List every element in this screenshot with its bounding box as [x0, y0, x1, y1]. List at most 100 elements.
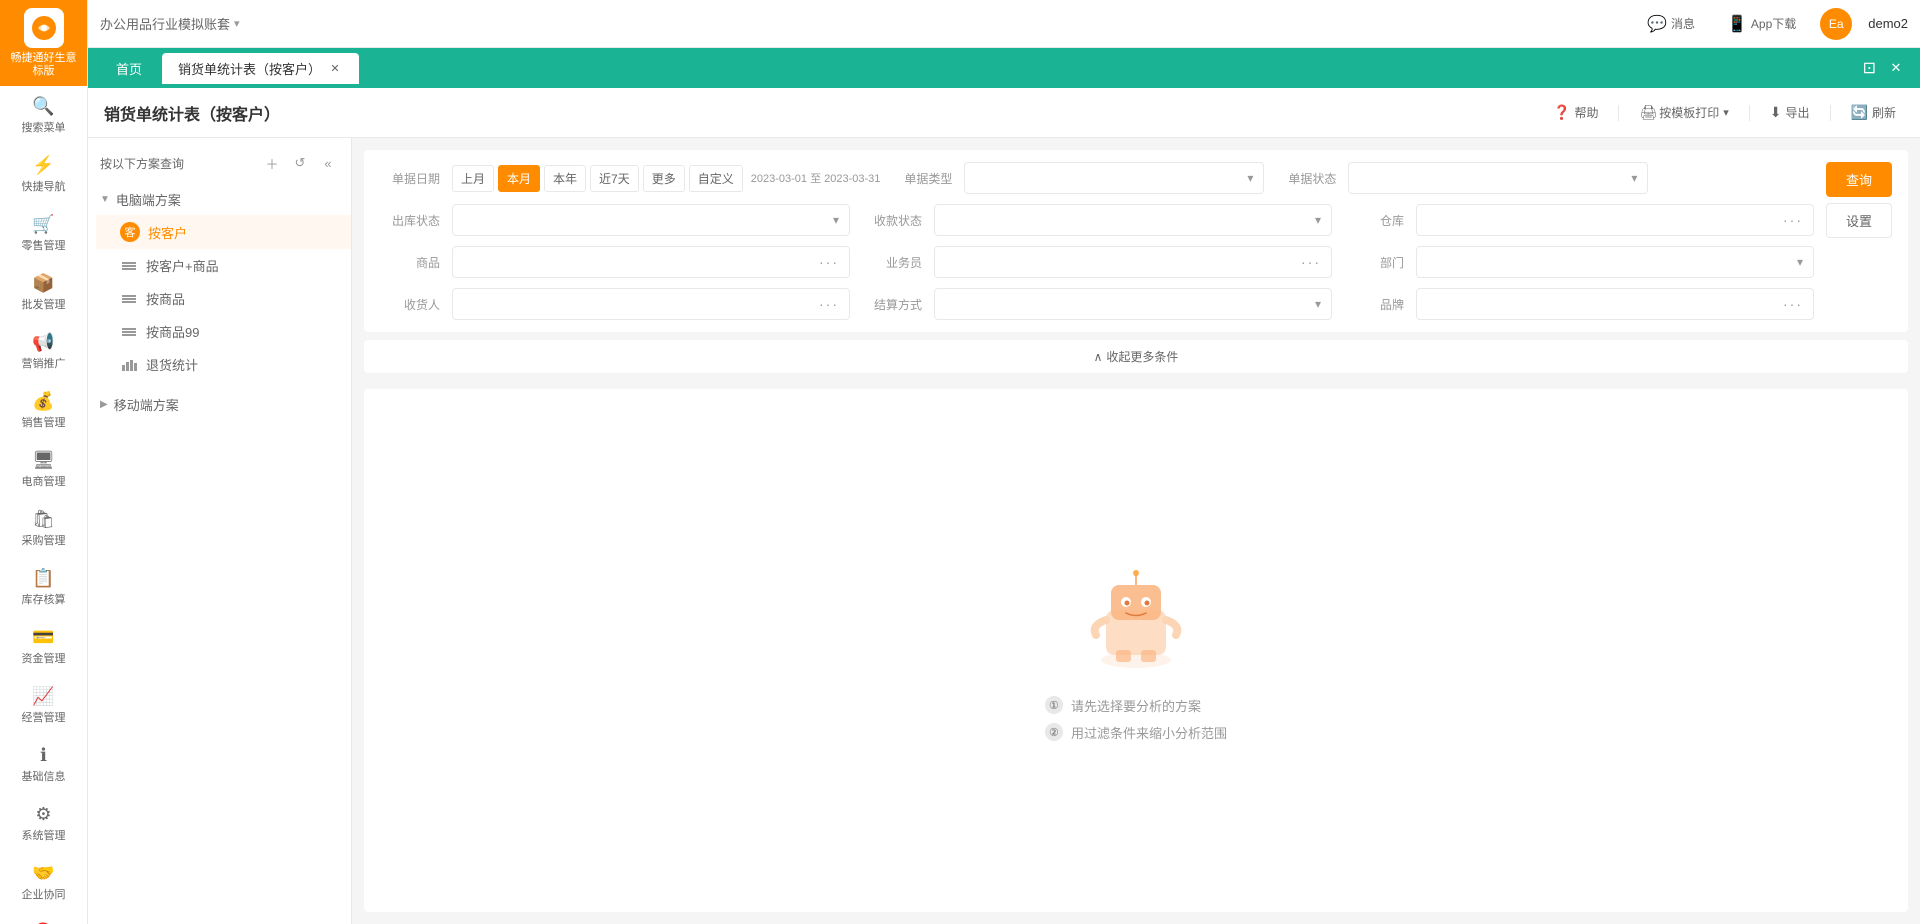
sidebar-item-inventory[interactable]: 📋 库存核算: [0, 558, 87, 617]
tree-mobile-parent[interactable]: ▶ 移动端方案: [88, 389, 351, 420]
warehouse-filter[interactable]: ···: [1416, 204, 1814, 236]
sidebar-item-retail[interactable]: 🛒 零售管理: [0, 204, 87, 263]
search-icon: 🔍: [32, 96, 54, 117]
page-actions: ❓ 帮助 🖨 按模板打印 ▾ ⬇ 导出 🔄 刷新: [1545, 100, 1904, 125]
sidebar-item-wholesale[interactable]: 📦 批发管理: [0, 263, 87, 322]
goods-filter[interactable]: ···: [452, 246, 850, 278]
collapse-bar[interactable]: ∧ 收起更多条件: [364, 340, 1908, 373]
print-button[interactable]: 🖨 按模板打印 ▾: [1631, 100, 1736, 125]
tree-desktop-parent[interactable]: ▼ 电脑端方案: [88, 184, 351, 215]
sidebar-item-ecom[interactable]: 🖥 电商管理: [0, 440, 87, 499]
enterprise-icon: 🤝: [32, 863, 54, 884]
sidebar-item-marketing-label: 营销推广: [22, 355, 66, 371]
sidebar-item-guide[interactable]: 🎯 新手引导: [0, 912, 87, 924]
receiver-filter[interactable]: ···: [452, 288, 850, 320]
lp-refresh-button[interactable]: ↺: [289, 152, 311, 174]
sidebar-item-finance[interactable]: 💳 资金管理: [0, 617, 87, 676]
sidebar-item-marketing[interactable]: 📢 营销推广: [0, 322, 87, 381]
status-chevron: ▾: [1631, 171, 1637, 185]
tree-mobile-section: ▶ 移动端方案: [88, 385, 351, 424]
status-filter[interactable]: ▾: [1348, 162, 1648, 194]
tab-home[interactable]: 首页: [100, 53, 158, 84]
app-download-button[interactable]: 📱 App下载: [1719, 10, 1804, 38]
tab-maximize-icon[interactable]: ⊡: [1859, 54, 1880, 82]
help-label: 帮助: [1574, 104, 1598, 121]
payment-chevron: ▾: [1315, 297, 1321, 311]
date-btn-this-year[interactable]: 本年: [544, 165, 586, 192]
sidebar-item-enterprise[interactable]: 🤝 企业协同: [0, 853, 87, 912]
app-title-chevron: ▾: [234, 17, 240, 30]
left-panel-title: 按以下方案查询: [100, 155, 184, 172]
receipt-filter[interactable]: ▾: [934, 204, 1332, 236]
message-icon: 💬: [1647, 14, 1667, 34]
sidebar-item-basic[interactable]: ℹ 基础信息: [0, 735, 87, 794]
tree-child-by-goods-99[interactable]: 按商品99: [96, 315, 351, 348]
sidebar-item-search-label: 搜索菜单: [22, 119, 66, 135]
left-panel-actions: ＋ ↺ «: [261, 152, 339, 174]
out-filter[interactable]: ▾: [452, 204, 850, 236]
receipt-label: 收款状态: [862, 212, 922, 229]
sidebar: 畅捷通好生意 标版 🔍 搜索菜单 ⚡ 快捷导航 🛒 零售管理 📦 批发管理 📢 …: [0, 0, 88, 924]
dept-filter[interactable]: ▾: [1416, 246, 1814, 278]
refresh-button[interactable]: 🔄 刷新: [1843, 100, 1904, 125]
lp-add-button[interactable]: ＋: [261, 152, 283, 174]
message-button[interactable]: 💬 消息: [1639, 10, 1703, 38]
payment-filter[interactable]: ▾: [934, 288, 1332, 320]
type-filter[interactable]: ▾: [964, 162, 1264, 194]
tab-sales-stat[interactable]: 销货单统计表（按客户） ✕: [162, 53, 359, 84]
date-btn-last-month[interactable]: 上月: [452, 165, 494, 192]
tree-mobile-label: 移动端方案: [114, 395, 179, 414]
salesman-label: 业务员: [862, 254, 922, 271]
by-customer-icon: 客: [120, 222, 140, 242]
help-button[interactable]: ❓ 帮助: [1545, 100, 1606, 125]
tree-child-by-customer[interactable]: 客 按客户: [96, 215, 351, 249]
brand-filter[interactable]: ···: [1416, 288, 1814, 320]
sidebar-item-search[interactable]: 🔍 搜索菜单: [0, 86, 87, 145]
sidebar-item-sales[interactable]: 💰 销售管理: [0, 381, 87, 440]
dept-chevron: ▾: [1797, 255, 1803, 269]
sidebar-item-operation[interactable]: 📈 经营管理: [0, 676, 87, 735]
date-btn-7days[interactable]: 近7天: [590, 165, 639, 192]
logo-area[interactable]: 畅捷通好生意 标版: [0, 0, 87, 86]
page-content: 销货单统计表（按客户） ❓ 帮助 🖨 按模板打印 ▾ ⬇ 导出: [88, 88, 1920, 924]
date-btn-this-month[interactable]: 本月: [498, 165, 540, 192]
help-icon: ❓: [1553, 104, 1570, 121]
export-button[interactable]: ⬇ 导出: [1762, 100, 1818, 125]
tree-child-by-customer-goods[interactable]: 按客户+商品: [96, 249, 351, 282]
by-goods-icon: [120, 290, 138, 308]
type-chevron: ▾: [1247, 171, 1253, 185]
tab-close-window-icon[interactable]: ✕: [1884, 56, 1908, 80]
settings-button[interactable]: 设置: [1826, 203, 1892, 238]
sales-icon: 💰: [32, 391, 54, 412]
operation-icon: 📈: [32, 686, 54, 707]
user-avatar[interactable]: Ea: [1820, 8, 1852, 40]
query-button[interactable]: 查询: [1826, 162, 1892, 197]
sidebar-item-ecom-label: 电商管理: [22, 473, 66, 489]
logo-icon: [24, 8, 64, 48]
main-wrapper: 办公用品行业模拟账套 ▾ 💬 消息 📱 App下载 Ea demo2 首页 销货…: [88, 0, 1920, 924]
tree-desktop-arrow: ▼: [100, 194, 110, 205]
date-btn-more[interactable]: 更多: [643, 165, 685, 192]
salesman-dots: ···: [1301, 254, 1321, 270]
sidebar-item-quick[interactable]: ⚡ 快捷导航: [0, 145, 87, 204]
type-label: 单据类型: [892, 170, 952, 187]
user-name[interactable]: demo2: [1868, 16, 1908, 31]
filter-section: 单据日期 上月 本月 本年 近7天 更多 自定义 2023-03-01 至 20…: [380, 162, 1892, 320]
tab-close-icon[interactable]: ✕: [327, 60, 343, 76]
sidebar-item-system[interactable]: ⚙ 系统管理: [0, 794, 87, 853]
print-chevron: ▾: [1723, 106, 1729, 119]
date-btn-custom[interactable]: 自定义: [689, 165, 743, 192]
sidebar-item-purchase[interactable]: 🛍 采购管理: [0, 499, 87, 558]
top-nav-right: 💬 消息 📱 App下载 Ea demo2: [1639, 8, 1908, 40]
by-customer-goods-label: 按客户+商品: [146, 256, 219, 275]
brand-label: 品牌: [1344, 296, 1404, 313]
salesman-filter[interactable]: ···: [934, 246, 1332, 278]
lp-collapse-button[interactable]: «: [317, 152, 339, 174]
export-label: 导出: [1786, 104, 1810, 121]
tree-child-return-stat[interactable]: 退货统计: [96, 348, 351, 381]
tree-child-by-goods[interactable]: 按商品: [96, 282, 351, 315]
empty-illustration: [1076, 560, 1196, 680]
empty-tips: ① 请先选择要分析的方案 ② 用过滤条件来缩小分析范围: [1045, 696, 1227, 742]
sidebar-item-operation-label: 经营管理: [22, 709, 66, 725]
divider-1: [1618, 105, 1619, 121]
